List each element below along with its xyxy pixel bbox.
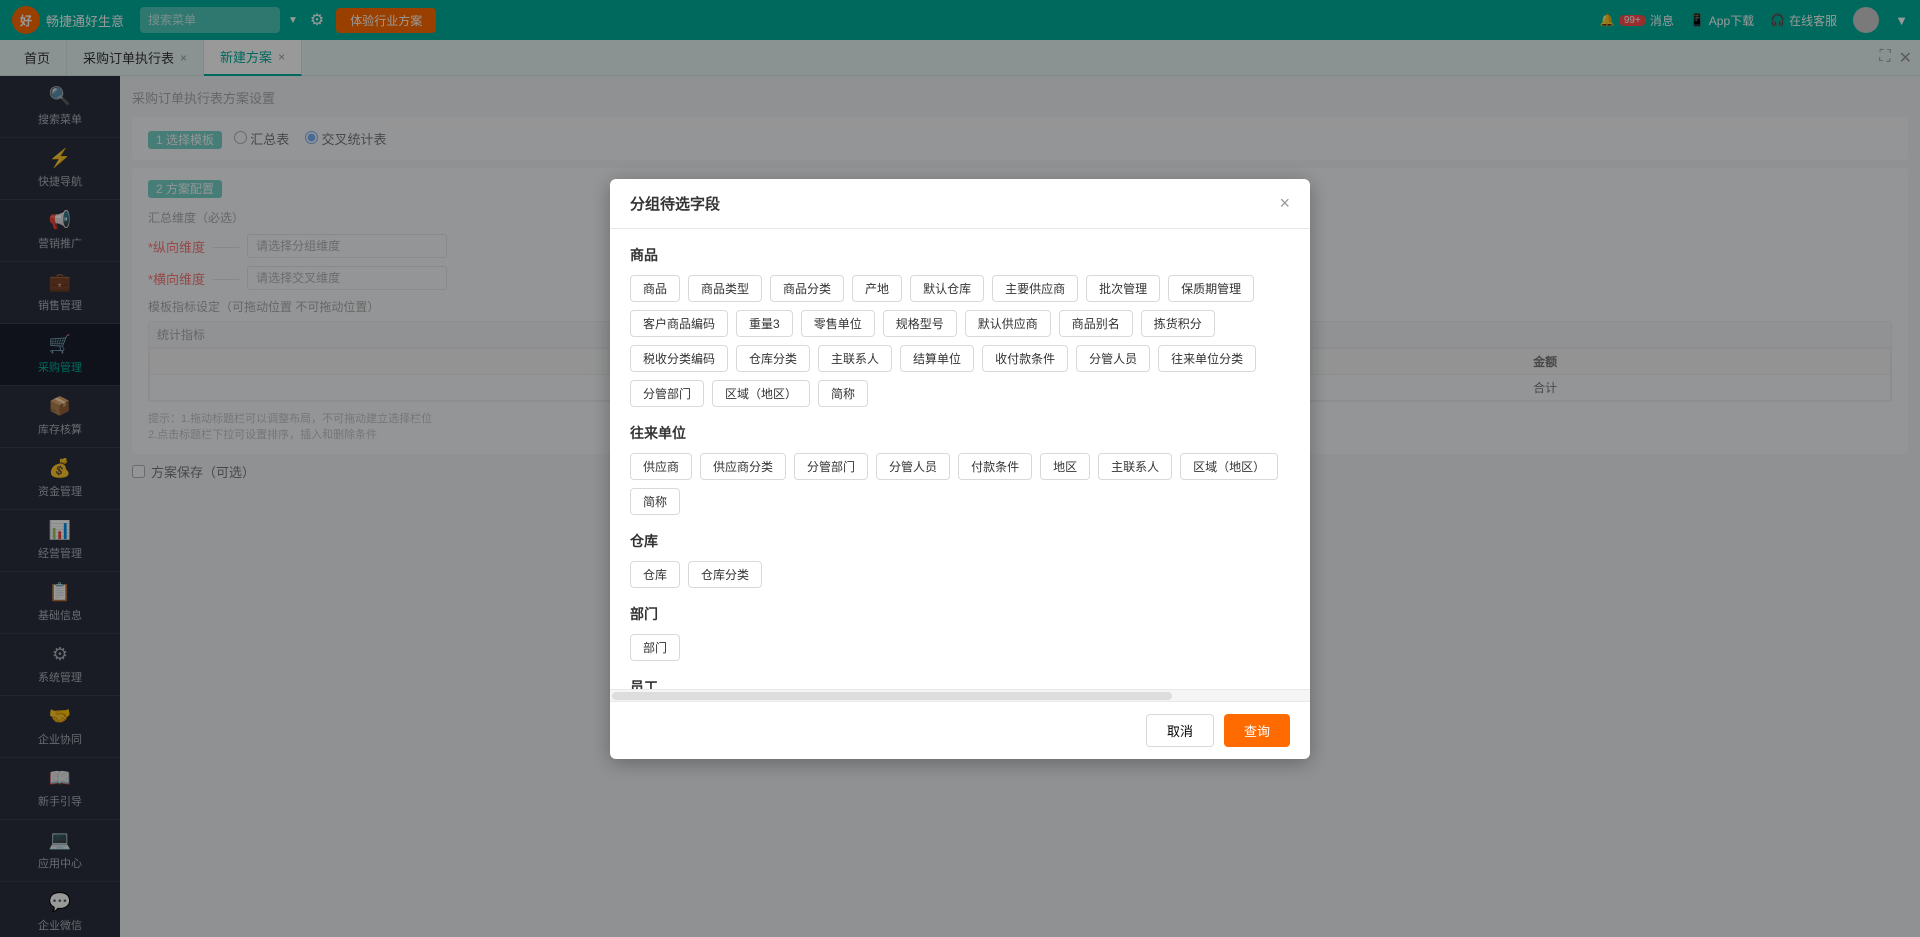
field-group-partner-title: 往来单位 [630, 423, 1290, 443]
field-tag-partner-supervisor[interactable]: 分管人员 [876, 453, 950, 480]
field-group-warehouse: 仓库 仓库 仓库分类 [630, 531, 1290, 588]
field-group-dept: 部门 部门 [630, 604, 1290, 661]
modal-horizontal-scrollbar[interactable] [610, 689, 1310, 701]
field-tag-spec-model[interactable]: 规格型号 [883, 310, 957, 337]
field-tag-origin[interactable]: 产地 [852, 275, 902, 302]
field-tag-area[interactable]: 地区 [1040, 453, 1090, 480]
field-tag-main-contact[interactable]: 主联系人 [818, 345, 892, 372]
field-group-warehouse-title: 仓库 [630, 531, 1290, 551]
field-tag-partner-dept[interactable]: 分管部门 [794, 453, 868, 480]
field-tag-goods-alias[interactable]: 商品别名 [1059, 310, 1133, 337]
field-tag-tax-code[interactable]: 税收分类编码 [630, 345, 728, 372]
field-group-goods-title: 商品 [630, 245, 1290, 265]
modal-footer: 取消 查询 [610, 701, 1310, 759]
field-tag-warehouse[interactable]: 仓库 [630, 561, 680, 588]
cancel-button[interactable]: 取消 [1146, 714, 1214, 747]
field-tag-supplier-category[interactable]: 供应商分类 [700, 453, 786, 480]
field-tag-goods[interactable]: 商品 [630, 275, 680, 302]
field-tag-shelf-life[interactable]: 保质期管理 [1168, 275, 1254, 302]
field-group-employee-title: 员工 [630, 677, 1290, 689]
modal-title: 分组待选字段 [630, 193, 720, 214]
field-group-partner: 往来单位 供应商 供应商分类 分管部门 分管人员 付款条件 地区 主联系人 区域… [630, 423, 1290, 515]
field-tags-dept: 部门 [630, 634, 1290, 661]
field-tag-customer-code[interactable]: 客户商品编码 [630, 310, 728, 337]
field-tag-dept[interactable]: 部门 [630, 634, 680, 661]
field-tag-abbr[interactable]: 简称 [818, 380, 868, 407]
field-tags-warehouse: 仓库 仓库分类 [630, 561, 1290, 588]
field-tag-warehouse-cat[interactable]: 仓库分类 [688, 561, 762, 588]
field-tag-goods-type[interactable]: 商品类型 [688, 275, 762, 302]
field-tag-partner-region[interactable]: 区域（地区） [1180, 453, 1278, 480]
field-group-dept-title: 部门 [630, 604, 1290, 624]
field-tag-partner-category[interactable]: 往来单位分类 [1158, 345, 1256, 372]
field-tag-supplier[interactable]: 供应商 [630, 453, 692, 480]
modal-close-button[interactable]: × [1279, 193, 1290, 214]
field-tag-partner-abbr[interactable]: 简称 [630, 488, 680, 515]
field-tag-supervisor[interactable]: 分管人员 [1076, 345, 1150, 372]
confirm-button[interactable]: 查询 [1224, 714, 1290, 747]
field-tag-partner-main-contact[interactable]: 主联系人 [1098, 453, 1172, 480]
field-group-employee: 员工 业务员 [630, 677, 1290, 689]
field-tags-goods: 商品 商品类型 商品分类 产地 默认仓库 主要供应商 批次管理 保质期管理 客户… [630, 275, 1290, 407]
modal-hscroll-thumb [612, 692, 1172, 700]
field-tag-main-supplier[interactable]: 主要供应商 [992, 275, 1078, 302]
field-tag-warehouse-category[interactable]: 仓库分类 [736, 345, 810, 372]
field-tag-goods-category[interactable]: 商品分类 [770, 275, 844, 302]
modal-body[interactable]: 商品 商品 商品类型 商品分类 产地 默认仓库 主要供应商 批次管理 保质期管理… [610, 229, 1310, 689]
modal-field-selector: 分组待选字段 × 商品 商品 商品类型 商品分类 产地 默认仓库 主要供应商 批… [610, 179, 1310, 759]
field-group-goods: 商品 商品 商品类型 商品分类 产地 默认仓库 主要供应商 批次管理 保质期管理… [630, 245, 1290, 407]
field-tag-payment-condition[interactable]: 付款条件 [958, 453, 1032, 480]
field-tag-settlement-unit[interactable]: 结算单位 [900, 345, 974, 372]
field-tag-retail-unit[interactable]: 零售单位 [801, 310, 875, 337]
field-tag-default-supplier[interactable]: 默认供应商 [965, 310, 1051, 337]
field-tag-region[interactable]: 区域（地区） [712, 380, 810, 407]
modal-overlay: 分组待选字段 × 商品 商品 商品类型 商品分类 产地 默认仓库 主要供应商 批… [0, 0, 1920, 937]
field-tags-partner: 供应商 供应商分类 分管部门 分管人员 付款条件 地区 主联系人 区域（地区） … [630, 453, 1290, 515]
field-tag-batch-mgmt[interactable]: 批次管理 [1086, 275, 1160, 302]
field-tag-dept-mgr[interactable]: 分管部门 [630, 380, 704, 407]
field-tag-weight3[interactable]: 重量3 [736, 310, 793, 337]
field-tag-default-warehouse[interactable]: 默认仓库 [910, 275, 984, 302]
modal-header: 分组待选字段 × [610, 179, 1310, 229]
field-tag-payment-terms[interactable]: 收付款条件 [982, 345, 1068, 372]
field-tag-pick-score[interactable]: 拣货积分 [1141, 310, 1215, 337]
